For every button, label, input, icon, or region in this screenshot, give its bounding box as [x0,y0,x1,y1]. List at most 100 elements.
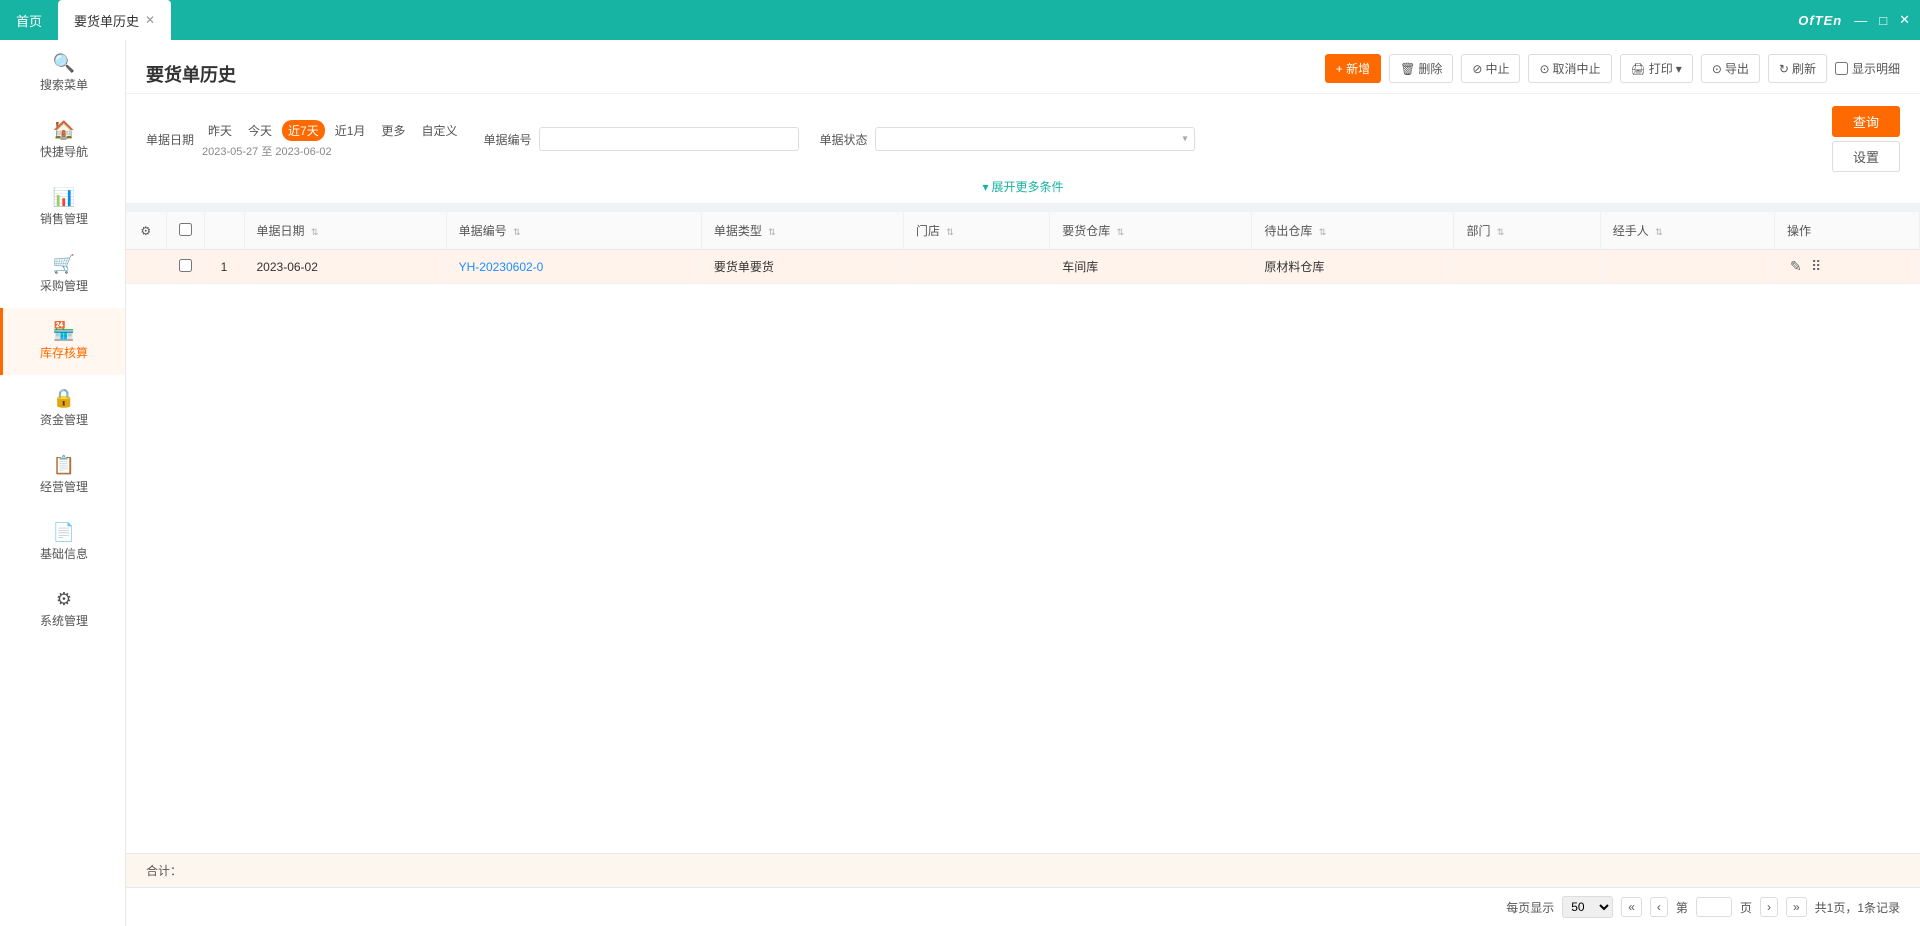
col-checkbox[interactable] [166,212,204,250]
col-store[interactable]: 门店 ⇅ [903,212,1049,250]
sidebar-item-search-menu[interactable]: 🔍 搜索菜单 [0,40,125,107]
sidebar-item-purchase-mgmt[interactable]: 🛒 采购管理 [0,241,125,308]
window-maximize-icon[interactable]: □ [1879,13,1887,28]
sort-store-icon: ⇅ [946,227,954,238]
sort-doctype-icon: ⇅ [768,227,776,238]
sort-date-icon: ⇅ [311,227,319,238]
tab-order-history[interactable]: 要货单历史 ✕ [58,0,171,40]
page-header: 要货单历史 + 新增 🗑 删除 ⊘ 中止 ⊙ 取消中止 🖨 打印 [126,40,1920,94]
pagination-bar: 每页显示 50 20 100 200 « ‹ 第 1 页 › » 共1页，1条记… [126,887,1920,926]
sidebar-item-quick-nav[interactable]: 🏠 快捷导航 [0,107,125,174]
display-detail-toggle[interactable]: 显示明细 [1835,60,1900,77]
sidebar-item-operations-mgmt[interactable]: 📋 经营管理 [0,442,125,509]
print-button[interactable]: 🖨 打印 ▾ [1620,54,1693,83]
sidebar-item-system-mgmt[interactable]: ⚙ 系统管理 [0,576,125,643]
data-table: ⚙ 单据日期 ⇅ 单据编号 ⇅ [126,212,1920,284]
page-number-input[interactable]: 1 [1696,897,1732,917]
cancel-stop-button[interactable]: ⊙ 取消中止 [1528,54,1611,83]
per-page-label: 每页显示 [1506,899,1554,916]
table-container: ⚙ 单据日期 ⇅ 单据编号 ⇅ [126,212,1920,853]
row-edit-icon[interactable]: ✎ [1787,256,1805,276]
window-close-icon[interactable]: ✕ [1899,12,1910,28]
new-button[interactable]: + 新增 [1325,54,1381,83]
search-icon: 🔍 [53,54,75,72]
stop-button[interactable]: ⊘ 中止 [1461,54,1520,83]
shortcut-custom[interactable]: 自定义 [415,120,463,141]
delete-button[interactable]: 🗑 删除 [1389,54,1453,83]
filter-row: 单据日期 昨天 今天 近7天 近1月 更多 自定义 2023-05-27 至 2… [146,106,1900,172]
sidebar-item-finance-mgmt[interactable]: 🔒 资金管理 [0,375,125,442]
sort-pendingwh-icon: ⇅ [1319,227,1327,238]
tab-home[interactable]: 首页 [0,0,58,40]
sidebar-label-operations-mgmt: 经营管理 [40,478,88,495]
page-label: 页 [1740,899,1752,916]
query-button[interactable]: 查询 [1832,106,1900,137]
sort-reqwh-icon: ⇅ [1117,227,1125,238]
footer-summary-label: 合计： [146,864,182,878]
doc-number-input[interactable] [539,127,799,151]
date-shortcuts-container: 昨天 今天 近7天 近1月 更多 自定义 2023-05-27 至 2023-0… [202,120,463,159]
filter-group-status: 单据状态 [819,127,1195,151]
prev-page-btn[interactable]: ‹ [1650,897,1668,917]
action-buttons: 查询 设置 [1832,106,1900,172]
row-pending-warehouse: 原材料仓库 [1252,250,1454,284]
print-dropdown-icon: ▾ [1676,62,1682,76]
delete-icon: 🗑 [1400,62,1415,76]
first-page-btn[interactable]: « [1621,897,1642,917]
shortcut-1month[interactable]: 近1月 [329,120,372,141]
next-page-btn[interactable]: › [1760,897,1778,917]
table-header-row: ⚙ 单据日期 ⇅ 单据编号 ⇅ [126,212,1920,250]
shortcut-more[interactable]: 更多 [375,120,411,141]
row-doc-no[interactable]: YH-20230602-0 [446,250,701,284]
window-minimize-icon[interactable]: — [1854,13,1867,28]
row-action-cell: ✎ ⠿ [1774,250,1919,284]
sidebar-item-basic-info[interactable]: 📄 基础信息 [0,509,125,576]
display-detail-checkbox[interactable] [1835,62,1848,75]
per-page-select[interactable]: 50 20 100 200 [1562,896,1613,918]
tab-close-icon[interactable]: ✕ [145,13,155,27]
expand-conditions-btn[interactable]: ▾ 展开更多条件 [146,178,1900,195]
sidebar-item-inventory[interactable]: 🏪 库存核算 [0,308,125,375]
settings-button[interactable]: 设置 [1832,141,1900,172]
row-checkbox[interactable] [179,259,192,272]
sales-icon: 📊 [53,188,75,206]
shortcut-yesterday[interactable]: 昨天 [202,120,238,141]
col-handler[interactable]: 经手人 ⇅ [1600,212,1774,250]
refresh-button[interactable]: ↻ 刷新 [1768,54,1827,83]
col-req-warehouse[interactable]: 要货仓库 ⇅ [1050,212,1252,250]
export-icon: ⊙ [1712,62,1722,76]
col-date[interactable]: 单据日期 ⇅ [244,212,446,250]
stop-icon: ⊘ [1472,62,1482,76]
brand-label: OfTEn [1798,13,1842,28]
operations-icon: 📋 [53,456,75,474]
date-filter-label: 单据日期 [146,131,194,148]
shortcut-today[interactable]: 今天 [242,120,278,141]
date-shortcuts: 昨天 今天 近7天 近1月 更多 自定义 [202,120,463,141]
row-more-icon[interactable]: ⠿ [1808,256,1824,276]
col-pending-warehouse[interactable]: 待出仓库 ⇅ [1252,212,1454,250]
export-button[interactable]: ⊙ 导出 [1701,54,1760,83]
filter-group-date: 单据日期 昨天 今天 近7天 近1月 更多 自定义 2023-05-27 至 2… [146,120,463,159]
col-settings[interactable]: ⚙ [126,212,166,250]
tab-order-history-label: 要货单历史 [74,11,139,30]
filter-area: 单据日期 昨天 今天 近7天 近1月 更多 自定义 2023-05-27 至 2… [126,94,1920,204]
last-page-btn[interactable]: » [1786,897,1807,917]
doc-no-link[interactable]: YH-20230602-0 [459,260,544,274]
sidebar-label-basic-info: 基础信息 [40,545,88,562]
shortcut-7days[interactable]: 近7天 [282,120,325,141]
toolbar: + 新增 🗑 删除 ⊘ 中止 ⊙ 取消中止 🖨 打印 ▾ [1325,54,1900,93]
col-doc-type[interactable]: 单据类型 ⇅ [701,212,903,250]
row-department [1454,250,1600,284]
col-action: 操作 [1774,212,1919,250]
sidebar: 🔍 搜索菜单 🏠 快捷导航 📊 销售管理 🛒 采购管理 🏪 库存核算 🔒 资金管… [0,40,126,926]
select-all-checkbox[interactable] [179,223,192,236]
page-jump-label: 第 [1676,899,1688,916]
status-select[interactable] [875,127,1195,151]
sidebar-item-sales-mgmt[interactable]: 📊 销售管理 [0,174,125,241]
col-department[interactable]: 部门 ⇅ [1454,212,1600,250]
sidebar-label-search-menu: 搜索菜单 [40,76,88,93]
filter-group-doc-number: 单据编号 [483,127,799,151]
system-icon: ⚙ [56,590,72,608]
col-doc-no[interactable]: 单据编号 ⇅ [446,212,701,250]
row-checkbox-cell[interactable] [166,250,204,284]
